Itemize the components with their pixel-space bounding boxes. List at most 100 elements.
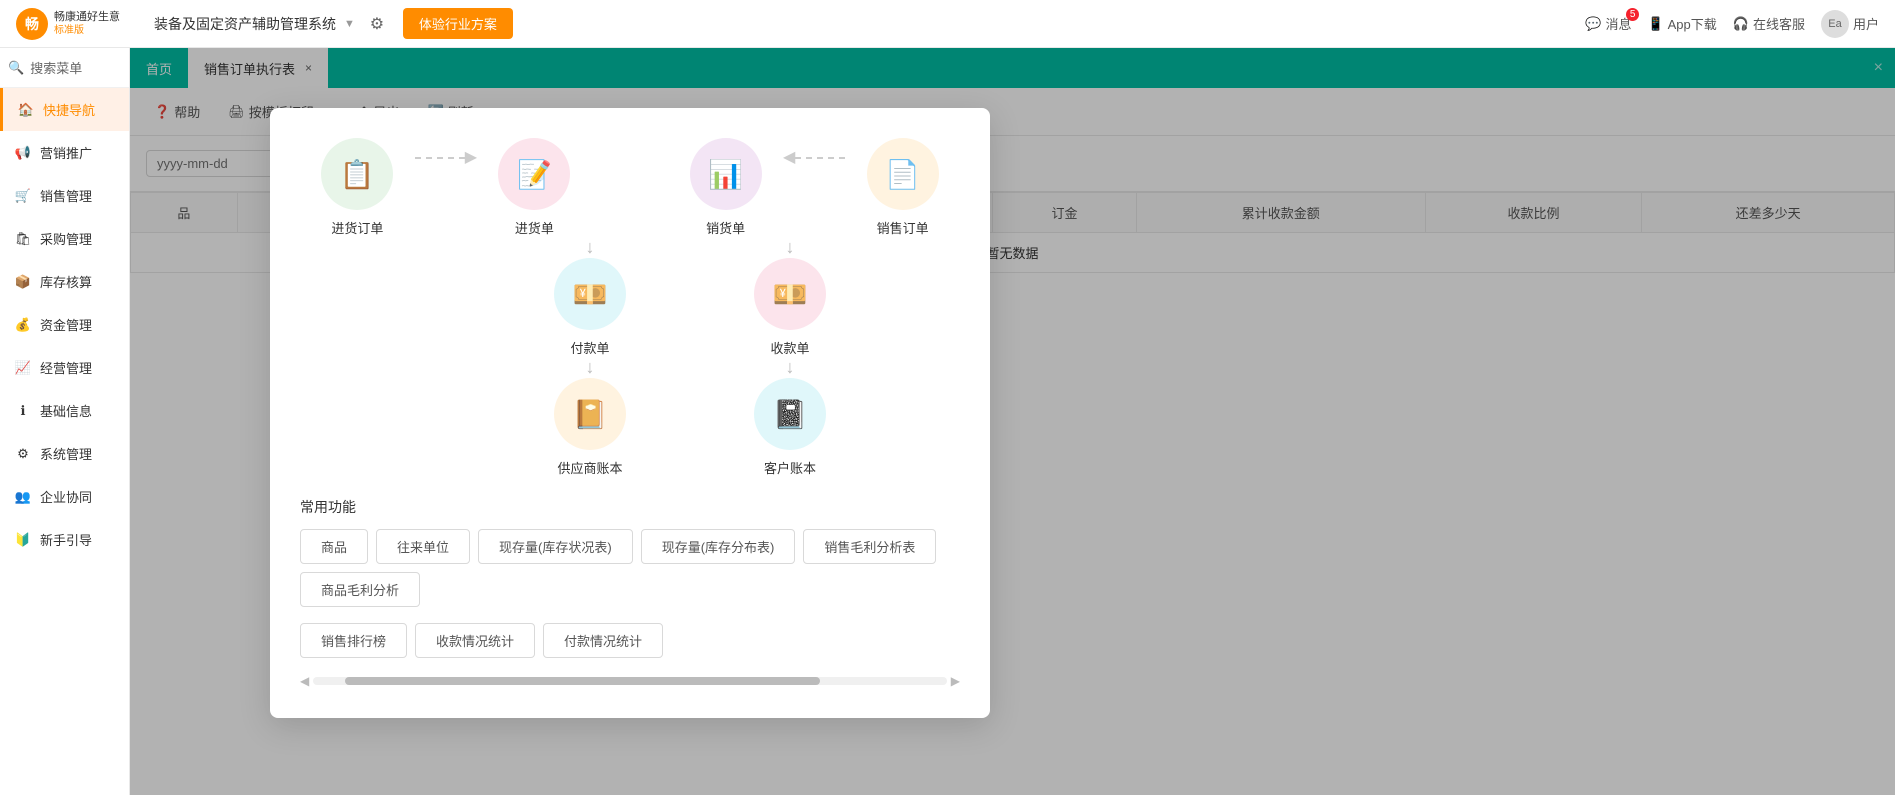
sidebar-item-sales[interactable]: 🛒 销售管理 — [0, 174, 129, 217]
function-btn-1[interactable]: 往来单位 — [376, 529, 470, 564]
purchase-bill-icon: 📝 — [517, 158, 552, 191]
customer-ledger-label: 客户账本 — [764, 458, 816, 477]
arrow-purchase-to-bill: ▶ — [415, 149, 477, 227]
scrollbar-track — [313, 677, 947, 685]
sidebar-item-system[interactable]: ⚙ 系统管理 — [0, 432, 129, 475]
function-btn-row2-2[interactable]: 付款情况统计 — [543, 623, 663, 658]
modal-overlay: 📋 进货订单 ▶ — [130, 48, 1895, 795]
top-right-area: 💬 消息 5 📱 App下载 🎧 在线客服 Ea 用户 — [1585, 10, 1879, 38]
basic-info-icon: ℹ — [14, 402, 32, 420]
sidebar-item-enterprise[interactable]: 👥 企业协同 — [0, 475, 129, 518]
sidebar-item-purchase[interactable]: 🛍 采购管理 — [0, 217, 129, 260]
purchase-bill-label: 进货单 — [515, 218, 554, 237]
sidebar-item-finance[interactable]: 💰 资金管理 — [0, 303, 129, 346]
flow-node-supplier-ledger[interactable]: 📔 供应商账本 — [530, 378, 650, 477]
purchase-order-circle: 📋 — [321, 138, 393, 210]
flow-diagram: 📋 进货订单 ▶ — [300, 138, 960, 477]
purchase-icon: 🛍 — [14, 230, 32, 248]
app-icon: 📱 — [1647, 16, 1663, 32]
flow-node-sales-order[interactable]: 📄 销售订单 — [845, 138, 960, 237]
service-icon: 🎧 — [1733, 16, 1749, 32]
sidebar-item-marketing[interactable]: 📢 营销推广 — [0, 131, 129, 174]
top-bar: 畅 畅康通好生意 标准版 装备及固定资产辅助管理系统 ▼ ⚙ 体验行业方案 💬 … — [0, 0, 1895, 48]
experience-button[interactable]: 体验行业方案 — [403, 8, 513, 39]
app-wrapper: 畅 畅康通好生意 标准版 装备及固定资产辅助管理系统 ▼ ⚙ 体验行业方案 💬 … — [0, 0, 1895, 795]
flow-node-customer-ledger[interactable]: 📓 客户账本 — [730, 378, 850, 477]
flow-node-purchase-order[interactable]: 📋 进货订单 — [300, 138, 415, 237]
supplier-ledger-icon: 📔 — [573, 398, 608, 431]
sales-order-icon: 📄 — [885, 158, 920, 191]
logo-icon: 畅 — [16, 8, 48, 40]
sidebar: 🔍 搜索菜单 🏠 快捷导航 📢 营销推广 🛒 销售管理 🛍 采购管理 📦 — [0, 48, 130, 795]
function-btn-5[interactable]: 商品毛利分析 — [300, 572, 420, 607]
supplier-ledger-label: 供应商账本 — [557, 458, 622, 477]
payment-icon: 💴 — [573, 278, 608, 311]
common-functions-title: 常用功能 — [300, 497, 960, 517]
app-download-button[interactable]: 📱 App下载 — [1647, 14, 1716, 33]
home-icon: 🏠 — [17, 101, 35, 119]
function-btn-0[interactable]: 商品 — [300, 529, 368, 564]
inventory-icon: 📦 — [14, 273, 32, 291]
sales-order-circle: 📄 — [867, 138, 939, 210]
scroll-right-button[interactable]: ▶ — [951, 674, 960, 688]
sidebar-item-newbie[interactable]: 🔰 新手引导 — [0, 518, 129, 561]
purchase-bill-circle: 📝 — [498, 138, 570, 210]
dropdown-icon[interactable]: ▼ — [344, 18, 355, 30]
message-badge: 5 — [1626, 8, 1640, 21]
flow-row-1: 📋 进货订单 ▶ — [300, 138, 960, 237]
sales-bill-label: 销货单 — [706, 218, 745, 237]
scroll-area: ◀ ▶ — [300, 674, 960, 688]
function-btn-row2-1[interactable]: 收款情况统计 — [415, 623, 535, 658]
purchase-order-label: 进货订单 — [331, 218, 383, 237]
receipt-label: 收款单 — [770, 338, 809, 357]
system-title: 装备及固定资产辅助管理系统 ▼ — [154, 14, 355, 34]
flow-node-payment[interactable]: 💴 付款单 — [530, 258, 650, 357]
receipt-icon: 💴 — [773, 278, 808, 311]
sidebar-item-quick-nav[interactable]: 🏠 快捷导航 — [0, 88, 129, 131]
function-btn-row2-0[interactable]: 销售排行榜 — [300, 623, 407, 658]
purchase-order-icon: 📋 — [340, 158, 375, 191]
flow-arrows-down-row: ↓ ↓ — [300, 237, 960, 258]
scroll-left-button[interactable]: ◀ — [300, 674, 309, 688]
system-icon: ⚙ — [14, 445, 32, 463]
flow-row-2: 💴 付款单 💴 收款单 — [530, 258, 960, 357]
enterprise-icon: 👥 — [14, 488, 32, 506]
supplier-ledger-circle: 📔 — [554, 378, 626, 450]
flow-node-purchase-bill[interactable]: 📝 进货单 — [477, 138, 592, 237]
sales-bill-circle: 📊 — [690, 138, 762, 210]
payment-label: 付款单 — [570, 338, 609, 357]
sales-order-label: 销售订单 — [877, 218, 929, 237]
payment-circle: 💴 — [554, 258, 626, 330]
flow-node-sales-bill[interactable]: 📊 销货单 — [668, 138, 783, 237]
finance-icon: 💰 — [14, 316, 32, 334]
flow-row-3: 📔 供应商账本 📓 客户账本 — [530, 378, 960, 477]
logo-area: 畅 畅康通好生意 标准版 — [16, 8, 146, 40]
flow-arrows-down-row2: ↓ ↓ — [530, 357, 960, 378]
customer-ledger-circle: 📓 — [754, 378, 826, 450]
function-btn-4[interactable]: 销售毛利分析表 — [803, 529, 936, 564]
scrollbar-thumb[interactable] — [345, 677, 820, 685]
online-service-button[interactable]: 🎧 在线客服 — [1733, 14, 1805, 33]
function-btn-2[interactable]: 现存量(库存状况表) — [478, 529, 633, 564]
sidebar-search[interactable]: 🔍 搜索菜单 — [0, 48, 129, 88]
flow-node-receipt[interactable]: 💴 收款单 — [730, 258, 850, 357]
newbie-icon: 🔰 — [14, 531, 32, 549]
sidebar-item-operations[interactable]: 📈 经营管理 — [0, 346, 129, 389]
user-menu[interactable]: Ea 用户 — [1821, 10, 1879, 38]
settings-icon[interactable]: ⚙ — [363, 10, 391, 38]
content-area: 首页 销售订单执行表 × × ❓ 帮助 🖨 按模板打印 ▼ — [130, 48, 1895, 795]
receipt-circle: 💴 — [754, 258, 826, 330]
sales-icon: 🛒 — [14, 187, 32, 205]
logo-text: 畅康通好生意 标准版 — [54, 10, 120, 37]
main-area: 🔍 搜索菜单 🏠 快捷导航 📢 营销推广 🛒 销售管理 🛍 采购管理 📦 — [0, 48, 1895, 795]
search-icon: 🔍 — [8, 60, 24, 76]
message-button[interactable]: 💬 消息 5 — [1585, 14, 1631, 33]
function-btn-3[interactable]: 现存量(库存分布表) — [641, 529, 796, 564]
modal-box: 📋 进货订单 ▶ — [270, 108, 990, 718]
marketing-icon: 📢 — [14, 144, 32, 162]
sidebar-item-inventory[interactable]: 📦 库存核算 — [0, 260, 129, 303]
sales-bill-icon: 📊 — [708, 158, 743, 191]
sidebar-item-basic-info[interactable]: ℹ 基础信息 — [0, 389, 129, 432]
function-buttons-row1: 商品往来单位现存量(库存状况表)现存量(库存分布表)销售毛利分析表商品毛利分析销… — [300, 529, 960, 658]
operations-icon: 📈 — [14, 359, 32, 377]
